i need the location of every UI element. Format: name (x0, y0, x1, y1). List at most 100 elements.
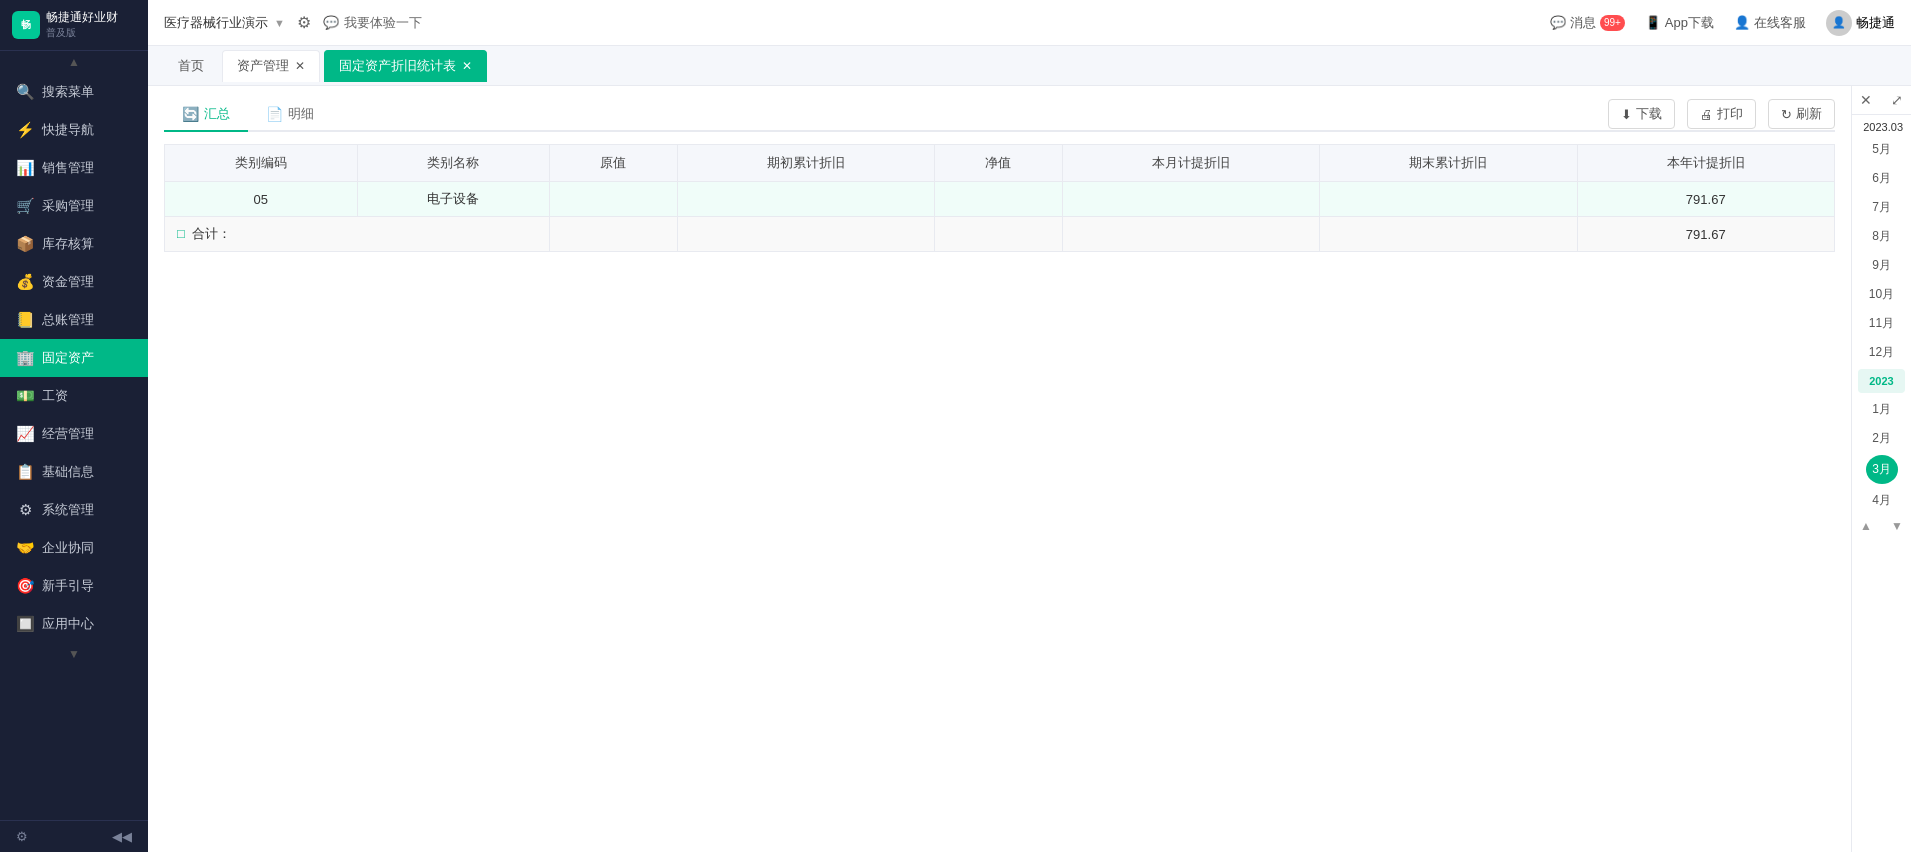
sidebar-scroll: ▲ 🔍 搜索菜单 ⚡ 快捷导航 📊 销售管理 🛒 采购管理 📦 库存核算 💰 资… (0, 51, 148, 820)
sidebar-item-fixed[interactable]: 🏢 固定资产 (0, 339, 148, 377)
tab-depreciation-label: 固定资产折旧统计表 (339, 57, 456, 75)
sidebar-item-apps[interactable]: 🔲 应用中心 (0, 605, 148, 643)
topbar-right: 💬 消息 99+ 📱 App下载 👤 在线客服 👤 畅捷通 (1550, 10, 1895, 36)
tab-home[interactable]: 首页 (164, 50, 218, 82)
print-btn[interactable]: 🖨 打印 (1687, 99, 1756, 129)
sidebar-item-inventory[interactable]: 📦 库存核算 (0, 225, 148, 263)
sidebar-item-purchase[interactable]: 🛒 采购管理 (0, 187, 148, 225)
sidebar-item-sales[interactable]: 📊 销售管理 (0, 149, 148, 187)
cell-monthly (1062, 182, 1320, 217)
sidebar-item-label: 搜索菜单 (42, 83, 94, 101)
fixed-icon: 🏢 (16, 349, 34, 367)
refresh-icon: ↻ (1781, 107, 1792, 122)
table-row: 05 电子设备 791.67 (165, 182, 1835, 217)
tab-depreciation-close[interactable]: ✕ (462, 59, 472, 73)
search-icon: 🔍 (16, 83, 34, 101)
message-btn[interactable]: 💬 消息 99+ (1550, 14, 1625, 32)
sidebar-logo: 畅 (12, 11, 40, 39)
service-label: 在线客服 (1754, 14, 1806, 32)
online-service-btn[interactable]: 👤 在线客服 (1734, 14, 1806, 32)
col-monthly: 本月计提折旧 (1062, 145, 1320, 182)
month-2[interactable]: 2月 (1852, 424, 1911, 453)
month-1[interactable]: 1月 (1852, 395, 1911, 424)
right-panel-expand-btn[interactable]: ⤢ (1891, 92, 1903, 108)
sidebar-item-label: 工资 (42, 387, 68, 405)
app-download-btn[interactable]: 📱 App下载 (1645, 14, 1714, 32)
sidebar: 畅 畅捷通好业财 普及版 ▲ 🔍 搜索菜单 ⚡ 快捷导航 📊 销售管理 🛒 采购… (0, 0, 148, 852)
sidebar-item-salary[interactable]: 💵 工资 (0, 377, 148, 415)
col-end-accum: 期末累计折旧 (1320, 145, 1578, 182)
sidebar-scroll-down[interactable]: ▼ (0, 643, 148, 665)
message-label: 消息 (1570, 14, 1596, 32)
col-yearly: 本年计提折旧 (1577, 145, 1835, 182)
tab-depreciation[interactable]: 固定资产折旧统计表 ✕ (324, 50, 487, 82)
subtab-detail[interactable]: 📄 明细 (248, 98, 332, 132)
right-panel-header: ✕ ⤢ (1852, 86, 1911, 115)
sidebar-item-ledger[interactable]: 📒 总账管理 (0, 301, 148, 339)
user-label: 畅捷通 (1856, 14, 1895, 32)
cell-original (550, 182, 678, 217)
sidebar-scroll-up[interactable]: ▲ (0, 51, 148, 73)
year-label: 2023.03 (1852, 115, 1911, 135)
topbar-settings-btn[interactable]: ⚙ (297, 13, 311, 32)
month-4[interactable]: 4月 (1852, 486, 1911, 515)
sidebar-item-search[interactable]: 🔍 搜索菜单 (0, 73, 148, 111)
tab-assets-close[interactable]: ✕ (295, 59, 305, 73)
month-3-active[interactable]: 3月 (1866, 455, 1898, 484)
sidebar-collapse-btn[interactable]: ◀◀ (112, 829, 132, 844)
cell-yearly: 791.67 (1577, 182, 1835, 217)
month-10[interactable]: 10月 (1852, 280, 1911, 309)
sidebar-item-basicinfo[interactable]: 📋 基础信息 (0, 453, 148, 491)
sidebar-title: 畅捷通好业财 (46, 10, 118, 26)
sidebar-item-operations[interactable]: 📈 经营管理 (0, 415, 148, 453)
quicknav-icon: ⚡ (16, 121, 34, 139)
download-btn[interactable]: ⬇ 下载 (1608, 99, 1675, 129)
nav-down-btn[interactable]: ▼ (1891, 519, 1903, 533)
main-area: 医疗器械行业演示 ▼ ⚙ 💬 我要体验一下 💬 消息 99+ 📱 App下载 👤… (148, 0, 1911, 852)
collab-icon: 🤝 (16, 539, 34, 557)
right-panel-close-btn[interactable]: ✕ (1860, 92, 1872, 108)
summary-icon: 🔄 (182, 106, 199, 122)
sidebar-item-funds[interactable]: 💰 资金管理 (0, 263, 148, 301)
sidebar-item-guide[interactable]: 🎯 新手引导 (0, 567, 148, 605)
table-header-row: 类别编码 类别名称 原值 期初累计折旧 净值 本月计提折旧 期末累计折旧 本年计… (165, 145, 1835, 182)
sidebar-settings-btn[interactable]: ⚙ (16, 829, 28, 844)
nav-up-btn[interactable]: ▲ (1860, 519, 1872, 533)
topbar-experience-btn[interactable]: 💬 我要体验一下 (323, 14, 422, 32)
guide-icon: 🎯 (16, 577, 34, 595)
detail-icon: 📄 (266, 106, 283, 122)
topbar-user[interactable]: 👤 畅捷通 (1826, 10, 1895, 36)
subtotal-icon: □ (177, 226, 185, 241)
subtab-summary[interactable]: 🔄 汇总 (164, 98, 248, 132)
sidebar-footer: ⚙ ◀◀ (0, 820, 148, 852)
month-11[interactable]: 11月 (1852, 309, 1911, 338)
sidebar-header: 畅 畅捷通好业财 普及版 (0, 0, 148, 51)
tab-assets[interactable]: 资产管理 ✕ (222, 50, 320, 82)
print-label: 打印 (1717, 105, 1743, 123)
service-icon: 👤 (1734, 15, 1750, 30)
col-code: 类别编码 (165, 145, 358, 182)
sidebar-item-label: 企业协同 (42, 539, 94, 557)
month-5[interactable]: 5月 (1852, 135, 1911, 164)
topbar-company[interactable]: 医疗器械行业演示 ▼ (164, 14, 285, 32)
sidebar-item-collab[interactable]: 🤝 企业协同 (0, 529, 148, 567)
table-wrap: 类别编码 类别名称 原值 期初累计折旧 净值 本月计提折旧 期末累计折旧 本年计… (164, 144, 1835, 840)
print-icon: 🖨 (1700, 107, 1713, 122)
refresh-btn[interactable]: ↻ 刷新 (1768, 99, 1835, 129)
right-panel-nav: ▲ ▼ (1852, 515, 1911, 537)
month-8[interactable]: 8月 (1852, 222, 1911, 251)
cell-end-accum (1320, 182, 1578, 217)
operations-icon: 📈 (16, 425, 34, 443)
ledger-icon: 📒 (16, 311, 34, 329)
inventory-icon: 📦 (16, 235, 34, 253)
sidebar-item-label: 销售管理 (42, 159, 94, 177)
month-9[interactable]: 9月 (1852, 251, 1911, 280)
month-12[interactable]: 12月 (1852, 338, 1911, 367)
col-name: 类别名称 (357, 145, 550, 182)
apps-icon: 🔲 (16, 615, 34, 633)
month-7[interactable]: 7月 (1852, 193, 1911, 222)
app-download-icon: 📱 (1645, 15, 1661, 30)
sidebar-item-system[interactable]: ⚙ 系统管理 (0, 491, 148, 529)
month-6[interactable]: 6月 (1852, 164, 1911, 193)
sidebar-item-quicknav[interactable]: ⚡ 快捷导航 (0, 111, 148, 149)
